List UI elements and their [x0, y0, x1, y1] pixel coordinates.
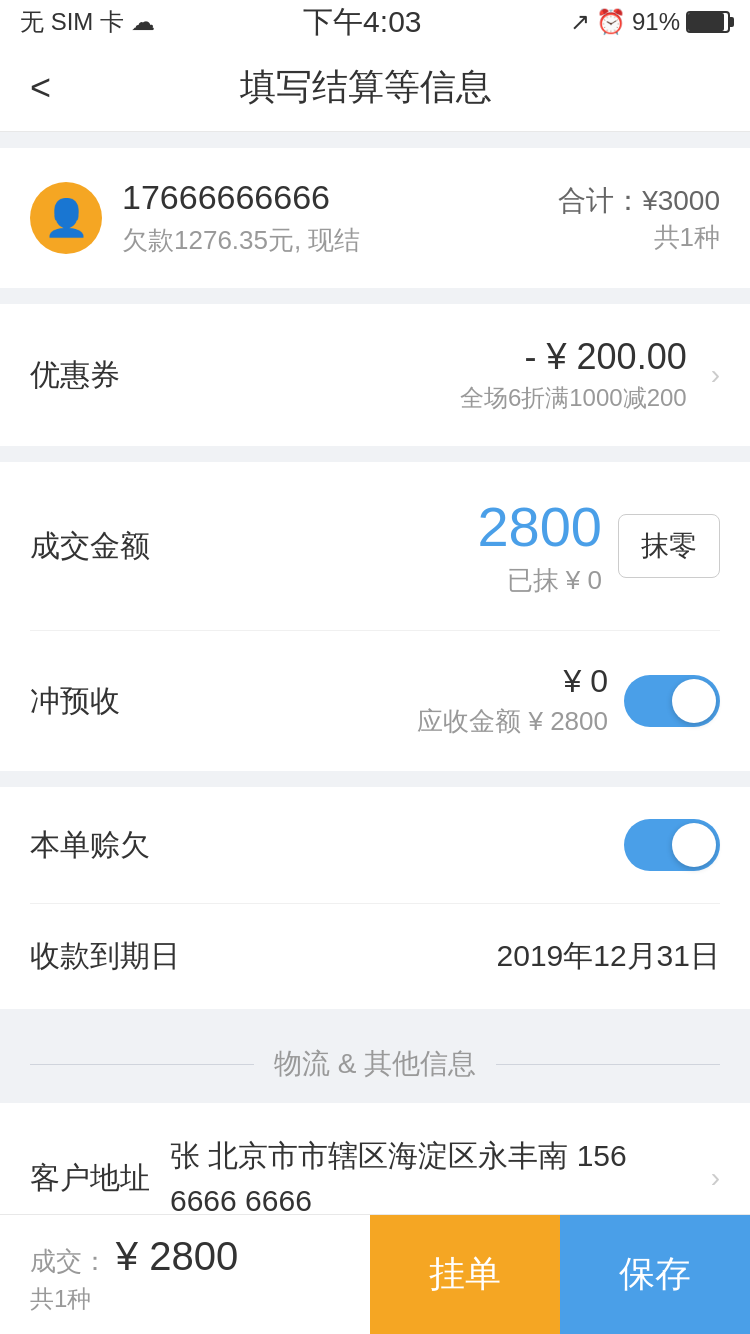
- status-right: ↗ ⏰ 91%: [570, 8, 730, 36]
- prepay-label: 冲预收: [30, 681, 120, 722]
- divider-line-left: [30, 1064, 254, 1065]
- debt-toggle[interactable]: [624, 819, 720, 871]
- debt-label: 本单赊欠: [30, 825, 150, 866]
- toggle-knob: [672, 679, 716, 723]
- location-icon: ↗: [570, 8, 590, 36]
- transaction-section: 成交金额 2800 已抹 ¥ 0 抹零 冲预收 ¥ 0 应收金额 ¥ 2800: [0, 462, 750, 771]
- customer-card: 👤 17666666666 欠款1276.35元, 现结 合计：¥3000 共1…: [0, 148, 750, 288]
- avatar-icon: 👤: [44, 197, 89, 239]
- alarm-icon: ⏰: [596, 8, 626, 36]
- coupon-section: 优惠券 - ¥ 200.00 全场6折满1000减200 ›: [0, 304, 750, 446]
- separator-4: [0, 1009, 750, 1025]
- due-date-label: 收款到期日: [30, 936, 180, 977]
- transaction-amount: 2800: [477, 494, 602, 559]
- status-time: 下午4:03: [303, 2, 421, 43]
- separator-1: [0, 288, 750, 304]
- customer-left: 👤 17666666666 欠款1276.35元, 现结: [30, 178, 360, 258]
- debt-value: [624, 819, 720, 871]
- coupon-row[interactable]: 优惠券 - ¥ 200.00 全场6折满1000减200 ›: [30, 304, 720, 446]
- battery-icon: [686, 11, 730, 33]
- footer-bar: 成交： ¥ 2800 共1种 挂单 保存: [0, 1214, 750, 1334]
- transaction-value: 2800 已抹 ¥ 0 抹零: [477, 494, 720, 598]
- separator-2: [0, 446, 750, 462]
- sim-text: 无 SIM 卡 ☁: [20, 6, 155, 38]
- customer-debt: 欠款1276.35元, 现结: [122, 223, 360, 258]
- prepay-amount: ¥ 0: [417, 663, 608, 700]
- coupon-label: 优惠券: [30, 355, 120, 396]
- coupon-desc: 全场6折满1000减200: [460, 382, 687, 414]
- footer-summary-amount: ¥ 2800: [116, 1234, 238, 1278]
- nav-bar: < 填写结算等信息: [0, 44, 750, 132]
- customer-info: 17666666666 欠款1276.35元, 现结: [122, 178, 360, 258]
- prepay-toggle[interactable]: [624, 675, 720, 727]
- logistics-label: 物流 & 其他信息: [274, 1045, 476, 1083]
- due-date-row: 收款到期日 2019年12月31日: [30, 904, 720, 1009]
- logistics-divider: 物流 & 其他信息: [0, 1025, 750, 1103]
- total-count: 共1种: [558, 220, 720, 255]
- customer-phone: 17666666666: [122, 178, 360, 217]
- customer-right: 合计：¥3000 共1种: [558, 182, 720, 255]
- debt-section: 本单赊欠 收款到期日 2019年12月31日: [0, 787, 750, 1009]
- prepay-row: 冲预收 ¥ 0 应收金额 ¥ 2800: [30, 631, 720, 771]
- save-button[interactable]: 保存: [560, 1215, 750, 1335]
- transaction-row: 成交金额 2800 已抹 ¥ 0 抹零: [30, 462, 720, 631]
- footer-summary-line: 成交： ¥ 2800: [30, 1234, 340, 1279]
- footer-summary: 成交： ¥ 2800 共1种: [0, 1234, 370, 1315]
- separator-3: [0, 771, 750, 787]
- address-chevron-icon: ›: [711, 1162, 720, 1194]
- due-date-value: 2019年12月31日: [497, 936, 720, 977]
- footer-summary-count: 共1种: [30, 1283, 340, 1315]
- avatar: 👤: [30, 182, 102, 254]
- divider-line-right: [496, 1064, 720, 1065]
- status-bar: 无 SIM 卡 ☁ 下午4:03 ↗ ⏰ 91%: [0, 0, 750, 44]
- total-label: 合计：¥3000: [558, 182, 720, 220]
- debt-toggle-knob: [672, 823, 716, 867]
- battery-text: 91%: [632, 8, 680, 36]
- address-value: 张 北京市市辖区海淀区永丰南 156 6666 6666: [170, 1133, 691, 1223]
- status-left: 无 SIM 卡 ☁: [20, 6, 155, 38]
- coupon-amount: - ¥ 200.00: [460, 336, 687, 378]
- debt-row: 本单赊欠: [30, 787, 720, 904]
- round-button[interactable]: 抹零: [618, 514, 720, 578]
- address-label: 客户地址: [30, 1158, 150, 1199]
- prepay-value: ¥ 0 应收金额 ¥ 2800: [417, 663, 720, 739]
- coupon-chevron-icon: ›: [711, 359, 720, 391]
- transaction-sub: 已抹 ¥ 0: [477, 563, 602, 598]
- hold-button[interactable]: 挂单: [370, 1215, 560, 1335]
- transaction-label: 成交金额: [30, 526, 150, 567]
- footer-summary-label: 成交：: [30, 1246, 108, 1276]
- prepay-desc: 应收金额 ¥ 2800: [417, 704, 608, 739]
- coupon-value: - ¥ 200.00 全场6折满1000减200 ›: [460, 336, 720, 414]
- page-title: 填写结算等信息: [71, 63, 660, 112]
- back-button[interactable]: <: [30, 57, 71, 119]
